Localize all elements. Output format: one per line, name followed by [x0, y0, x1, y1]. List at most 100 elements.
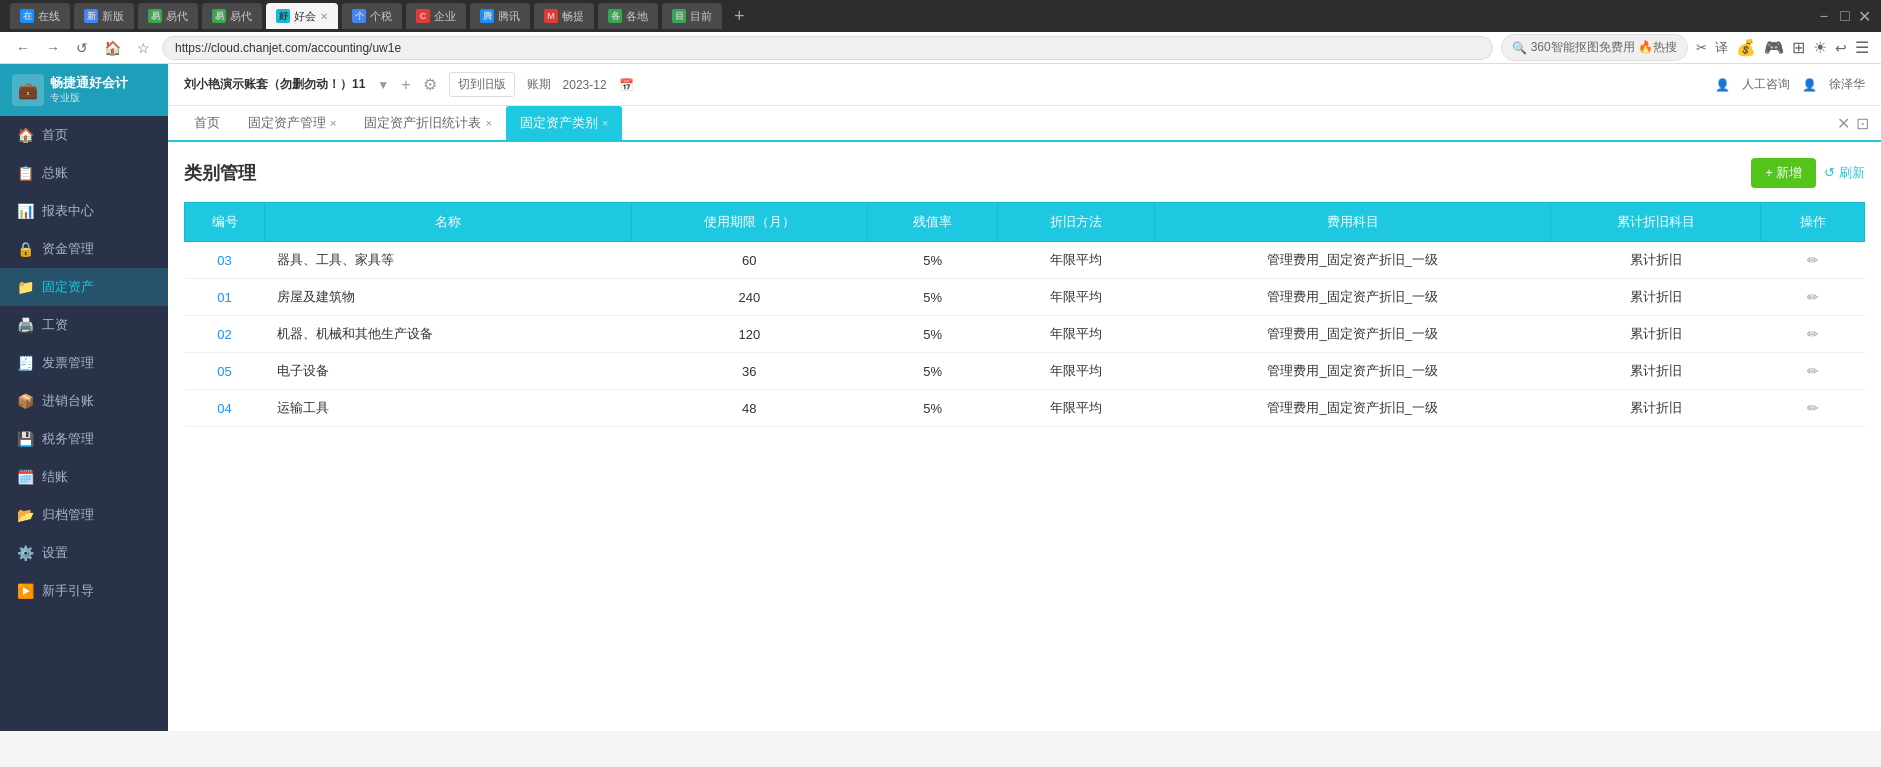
tab-icon-7: C: [416, 9, 430, 23]
logo-icon: 💼: [12, 74, 44, 106]
expand-icon[interactable]: ▼: [377, 78, 389, 92]
cell-residual-0: 5%: [867, 242, 997, 279]
cell-months-3: 36: [631, 353, 867, 390]
cell-method-2: 年限平均: [998, 316, 1155, 353]
browser-tab-4[interactable]: 易 易代: [202, 3, 262, 29]
cell-accumulated-2: 累计折旧: [1551, 316, 1761, 353]
sidebar-label-payroll: 工资: [42, 316, 68, 334]
edit-button-4[interactable]: ✏: [1807, 400, 1819, 416]
forward-button[interactable]: →: [42, 38, 64, 58]
cell-method-3: 年限平均: [998, 353, 1155, 390]
edit-button-2[interactable]: ✏: [1807, 326, 1819, 342]
tab-close-depreciation-table[interactable]: ×: [485, 117, 491, 129]
tab-close-fixed-assets-mgmt[interactable]: ×: [330, 117, 336, 129]
minimize-button[interactable]: －: [1816, 6, 1832, 27]
edit-button-0[interactable]: ✏: [1807, 252, 1819, 268]
home-icon: 🏠: [16, 127, 34, 143]
calendar-icon[interactable]: 📅: [619, 78, 634, 92]
sidebar-item-closing[interactable]: 🗓️ 结账: [0, 458, 168, 496]
col-action: 操作: [1761, 203, 1865, 242]
sidebar-item-payroll[interactable]: 🖨️ 工资: [0, 306, 168, 344]
address-input[interactable]: https://cloud.chanjet.com/accounting/uw1…: [162, 36, 1493, 60]
cell-code-3[interactable]: 05: [185, 353, 265, 390]
col-code: 编号: [185, 203, 265, 242]
cell-code-2[interactable]: 02: [185, 316, 265, 353]
bookmark-button[interactable]: ☆: [133, 38, 154, 58]
tab-label-2: 新版: [102, 9, 124, 24]
settings-gear-icon[interactable]: ⚙: [423, 75, 437, 94]
sidebar-item-reports[interactable]: 📊 报表中心: [0, 192, 168, 230]
sidebar-item-guide[interactable]: ▶️ 新手引导: [0, 572, 168, 610]
sidebar-item-inventory[interactable]: 📦 进销台账: [0, 382, 168, 420]
maximize-button[interactable]: □: [1840, 7, 1850, 25]
browser-tab-5[interactable]: 好 好会 ✕: [266, 3, 338, 29]
sidebar-item-settings[interactable]: ⚙️ 设置: [0, 534, 168, 572]
browser-tab-3[interactable]: 易 易代: [138, 3, 198, 29]
browser-tab-6[interactable]: 个 个税: [342, 3, 402, 29]
browser-tabs-bar: 在 在线 新 新版 易 易代 易 易代 好 好会 ✕ 个 个税 C 企业 腾 腾…: [0, 0, 1881, 32]
browser-tab-2[interactable]: 新 新版: [74, 3, 134, 29]
sidebar: 💼 畅捷通好会计 专业版 🏠 首页 📋 总账 📊 报表中心 🔒 资金管理 📁 固…: [0, 64, 168, 731]
search-bar[interactable]: 🔍 360智能抠图免费用 🔥热搜: [1501, 34, 1688, 61]
close-button[interactable]: ✕: [1858, 7, 1871, 26]
table-header-row: 编号 名称 使用期限（月） 残值率 折旧方法 费用科目 累计折旧科目 操作: [185, 203, 1865, 242]
edit-button-3[interactable]: ✏: [1807, 363, 1819, 379]
new-tab-button[interactable]: +: [726, 6, 753, 27]
tab-close-5[interactable]: ✕: [320, 11, 328, 22]
sidebar-label-funds: 资金管理: [42, 240, 94, 258]
sidebar-item-funds[interactable]: 🔒 资金管理: [0, 230, 168, 268]
switch-version-button[interactable]: 切到旧版: [449, 72, 515, 97]
tab-label-1: 在线: [38, 9, 60, 24]
browser-tab-11[interactable]: 目 目前: [662, 3, 722, 29]
col-accumulated: 累计折旧科目: [1551, 203, 1761, 242]
add-button[interactable]: + 新增: [1751, 158, 1816, 188]
archive-icon: 📂: [16, 507, 34, 523]
tab-category[interactable]: 固定资产类别 ×: [506, 106, 622, 140]
sidebar-item-fixed-assets[interactable]: 📁 固定资产: [0, 268, 168, 306]
browser-tab-7[interactable]: C 企业: [406, 3, 466, 29]
tab-home-label: 首页: [194, 114, 220, 132]
tab-fixed-assets-mgmt[interactable]: 固定资产管理 ×: [234, 106, 350, 140]
browser-tab-10[interactable]: 各 各地: [598, 3, 658, 29]
tab-window-close-icon[interactable]: ✕: [1837, 114, 1850, 133]
cell-residual-4: 5%: [867, 390, 997, 427]
game-icon[interactable]: 🎮: [1764, 38, 1784, 57]
wallet-icon[interactable]: 💰: [1736, 38, 1756, 57]
undo-icon[interactable]: ↩: [1835, 40, 1847, 56]
tab-depreciation-table[interactable]: 固定资产折旧统计表 ×: [350, 106, 505, 140]
cell-code-1[interactable]: 01: [185, 279, 265, 316]
scissors-icon[interactable]: ✂: [1696, 40, 1707, 55]
cell-accumulated-0: 累计折旧: [1551, 242, 1761, 279]
menu-icon[interactable]: ☰: [1855, 38, 1869, 57]
grid-icon[interactable]: ⊞: [1792, 38, 1805, 57]
header-actions: + 新增 ↺ 刷新: [1751, 158, 1865, 188]
home-button[interactable]: 🏠: [100, 38, 125, 58]
reload-button[interactable]: ↺: [72, 38, 92, 58]
sidebar-item-ledger[interactable]: 📋 总账: [0, 154, 168, 192]
period-label: 账期: [527, 76, 551, 93]
tab-icon-2: 新: [84, 9, 98, 23]
tab-window-expand-icon[interactable]: ⊡: [1856, 114, 1869, 133]
refresh-button[interactable]: ↺ 刷新: [1824, 164, 1865, 182]
tab-label-3: 易代: [166, 9, 188, 24]
browser-tab-9[interactable]: M 畅提: [534, 3, 594, 29]
cell-name-2: 机器、机械和其他生产设备: [265, 316, 632, 353]
tab-label-11: 目前: [690, 9, 712, 24]
brightness-icon[interactable]: ☀: [1813, 38, 1827, 57]
translate-icon[interactable]: 译: [1715, 39, 1728, 57]
tab-home[interactable]: 首页: [180, 106, 234, 140]
browser-tab-8[interactable]: 腾 腾讯: [470, 3, 530, 29]
edit-button-1[interactable]: ✏: [1807, 289, 1819, 305]
consult-label[interactable]: 人工咨询: [1742, 76, 1790, 93]
back-button[interactable]: ←: [12, 38, 34, 58]
cell-action-1: ✏: [1761, 279, 1865, 316]
cell-code-4[interactable]: 04: [185, 390, 265, 427]
sidebar-item-tax[interactable]: 💾 税务管理: [0, 420, 168, 458]
browser-tab-1[interactable]: 在 在线: [10, 3, 70, 29]
sidebar-item-invoice[interactable]: 🧾 发票管理: [0, 344, 168, 382]
sidebar-item-home[interactable]: 🏠 首页: [0, 116, 168, 154]
sidebar-item-archive[interactable]: 📂 归档管理: [0, 496, 168, 534]
tab-close-category[interactable]: ×: [602, 117, 608, 129]
cell-code-0[interactable]: 03: [185, 242, 265, 279]
add-company-button[interactable]: +: [401, 76, 410, 94]
